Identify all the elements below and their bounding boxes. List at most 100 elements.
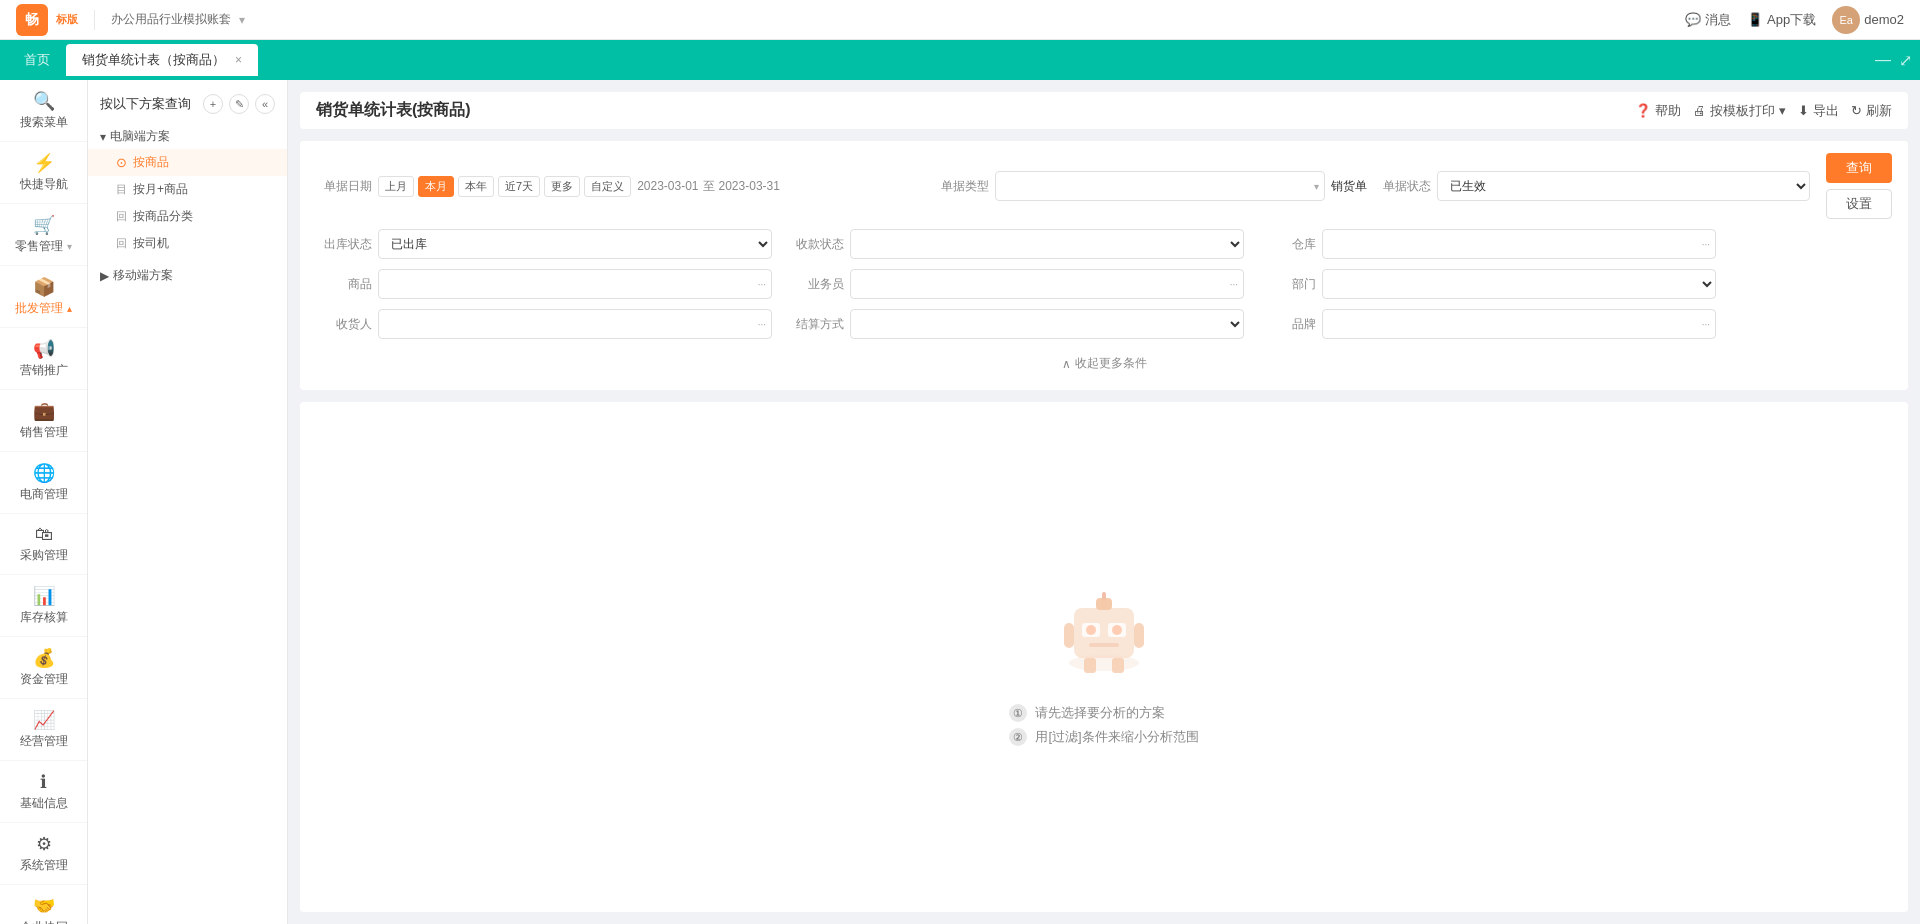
refresh-btn[interactable]: ↻ 刷新: [1851, 102, 1892, 120]
filter-payment-method-group: 结算方式: [788, 309, 1244, 339]
filter-row-2: 出库状态 已出库 收款状态: [316, 229, 1892, 259]
status-label: 单据状态: [1375, 178, 1431, 195]
sidebar-item-purchase[interactable]: 🛍 采购管理: [0, 514, 87, 575]
print-dropdown-icon: ▾: [1779, 103, 1786, 118]
date-btn-custom[interactable]: 自定义: [584, 176, 631, 197]
help-btn[interactable]: ❓ 帮助: [1635, 102, 1681, 120]
date-btn-more[interactable]: 更多: [544, 176, 580, 197]
help-icon: ❓: [1635, 103, 1651, 118]
tab-maximize-btn[interactable]: ⤢: [1899, 51, 1912, 70]
warehouse-dots[interactable]: ···: [1702, 239, 1710, 250]
tip-2-text: 用[过滤]条件来缩小分析范围: [1035, 728, 1198, 746]
salesperson-dots[interactable]: ···: [1230, 279, 1238, 290]
retail-icon: 🛒: [0, 214, 87, 236]
scheme-add-btn[interactable]: +: [203, 94, 223, 114]
tab-close-btn[interactable]: ×: [235, 53, 242, 67]
app-download-btn[interactable]: 📱 App下载: [1747, 11, 1816, 29]
sidebar-item-system[interactable]: ⚙ 系统管理: [0, 823, 87, 885]
mobile-scheme-group[interactable]: ▶ 移动端方案: [88, 261, 287, 290]
product-dots[interactable]: ···: [758, 279, 766, 290]
settings-button[interactable]: 设置: [1826, 189, 1892, 219]
brand-dots[interactable]: ···: [1702, 319, 1710, 330]
salesperson-label: 业务员: [788, 276, 844, 293]
content-area: 按以下方案查询 + ✎ « ▾ 电脑端方案 ⊙ 按商品 目 按月: [88, 80, 1920, 924]
sidebar-item-retail[interactable]: 🛒 零售管理 ▾: [0, 204, 87, 266]
print-icon: 🖨: [1693, 103, 1706, 118]
dept-select[interactable]: [1322, 269, 1716, 299]
query-button[interactable]: 查询: [1826, 153, 1892, 183]
sidebar-item-wholesale[interactable]: 📦 批发管理 ▴: [0, 266, 87, 328]
collapse-icon: ∧: [1062, 357, 1071, 371]
scheme-edit-btn[interactable]: ✎: [229, 94, 249, 114]
main-layout: 🔍 搜索菜单 ⚡ 快捷导航 🛒 零售管理 ▾ 📦 批发管理 ▴ 📢 营销推广 💼…: [0, 80, 1920, 924]
brand-input-wrap: ···: [1322, 309, 1716, 339]
sidebar-item-basic[interactable]: ℹ 基础信息: [0, 761, 87, 823]
payment-status-input-wrap: [850, 229, 1244, 259]
sidebar-item-ecommerce[interactable]: 🌐 电商管理: [0, 452, 87, 514]
warehouse-input[interactable]: [1322, 229, 1716, 259]
receiver-label: 收货人: [316, 316, 372, 333]
right-panel: 销货单统计表(按商品) ❓ 帮助 🖨 按模板打印 ▾ ⬇ 导出: [288, 80, 1920, 924]
filter-status-group: 单据状态 已生效: [1375, 171, 1810, 201]
date-btn-this-year[interactable]: 本年: [458, 176, 494, 197]
payment-status-select[interactable]: [850, 229, 1244, 259]
receiver-dots[interactable]: ···: [758, 319, 766, 330]
tab-active[interactable]: 销货单统计表（按商品） ×: [66, 44, 258, 76]
salesperson-input[interactable]: [850, 269, 1244, 299]
type-dropdown-icon[interactable]: ▾: [1314, 181, 1319, 192]
sidebar-item-search[interactable]: 🔍 搜索菜单: [0, 80, 87, 142]
download-icon: 📱: [1747, 12, 1763, 27]
page-title-bar: 销货单统计表(按商品) ❓ 帮助 🖨 按模板打印 ▾ ⬇ 导出: [300, 92, 1908, 129]
status-input-wrap: 已生效: [1437, 171, 1810, 201]
pc-group-label[interactable]: ▾ 电脑端方案: [88, 124, 287, 149]
topbar-left: 畅 标版 办公用品行业模拟账套 ▾: [16, 4, 245, 36]
date-btn-last-month[interactable]: 上月: [378, 176, 414, 197]
action-buttons: 查询 设置: [1818, 153, 1892, 219]
export-btn[interactable]: ⬇ 导出: [1798, 102, 1839, 120]
sidebar-item-marketing[interactable]: 📢 营销推广: [0, 328, 87, 390]
type-label: 单据类型: [933, 178, 989, 195]
payment-method-select[interactable]: [850, 309, 1244, 339]
scheme-icon-cashier: 回: [116, 236, 127, 251]
shortcuts-icon: ⚡: [0, 152, 87, 174]
date-range: 2023-03-01 至 2023-03-31: [637, 178, 780, 195]
filter-payment-status-group: 收款状态: [788, 229, 1244, 259]
scheme-item-by-product[interactable]: ⊙ 按商品: [88, 149, 287, 176]
date-btn-last7[interactable]: 近7天: [498, 176, 540, 197]
product-input[interactable]: [378, 269, 772, 299]
filter-stock-group: 出库状态 已出库: [316, 229, 772, 259]
scheme-radio-icon: ⊙: [116, 155, 127, 170]
sidebar-item-operations[interactable]: 📈 经营管理: [0, 699, 87, 761]
stock-select[interactable]: 已出库: [378, 229, 772, 259]
dropdown-icon[interactable]: ▾: [239, 13, 245, 27]
scheme-collapse-btn[interactable]: «: [255, 94, 275, 114]
empty-illustration: [1044, 568, 1164, 688]
sidebar-item-enterprise[interactable]: 🤝 企业协同: [0, 885, 87, 924]
scheme-item-by-month-product[interactable]: 目 按月+商品: [88, 176, 287, 203]
finance-icon: 💰: [0, 647, 87, 669]
sidebar-item-finance[interactable]: 💰 资金管理: [0, 637, 87, 699]
brand-input[interactable]: [1322, 309, 1716, 339]
type-input[interactable]: [995, 171, 1326, 201]
marketing-icon: 📢: [0, 338, 87, 360]
user-menu[interactable]: Ea demo2: [1832, 6, 1904, 34]
tip-1-num: ①: [1009, 704, 1027, 722]
wholesale-icon: 📦: [0, 276, 87, 298]
avatar: Ea: [1832, 6, 1860, 34]
scheme-panel-header: 按以下方案查询 + ✎ «: [88, 88, 287, 120]
collapse-filters-btn[interactable]: ∧ 收起更多条件: [316, 349, 1892, 378]
sidebar-item-shortcuts[interactable]: ⚡ 快捷导航: [0, 142, 87, 204]
tab-home[interactable]: 首页: [8, 44, 66, 76]
warehouse-input-wrap: ···: [1322, 229, 1716, 259]
tab-minimize-btn[interactable]: —: [1875, 51, 1891, 69]
sidebar-item-sales[interactable]: 💼 销售管理: [0, 390, 87, 452]
status-select[interactable]: 已生效: [1437, 171, 1810, 201]
date-btn-this-month[interactable]: 本月: [418, 176, 454, 197]
scheme-item-by-cashier[interactable]: 回 按司机: [88, 230, 287, 257]
message-btn[interactable]: 💬 消息: [1685, 11, 1731, 29]
print-btn[interactable]: 🖨 按模板打印 ▾: [1693, 102, 1786, 120]
inventory-icon: 📊: [0, 585, 87, 607]
receiver-input[interactable]: [378, 309, 772, 339]
sidebar-item-inventory[interactable]: 📊 库存核算: [0, 575, 87, 637]
scheme-item-by-category[interactable]: 回 按商品分类: [88, 203, 287, 230]
